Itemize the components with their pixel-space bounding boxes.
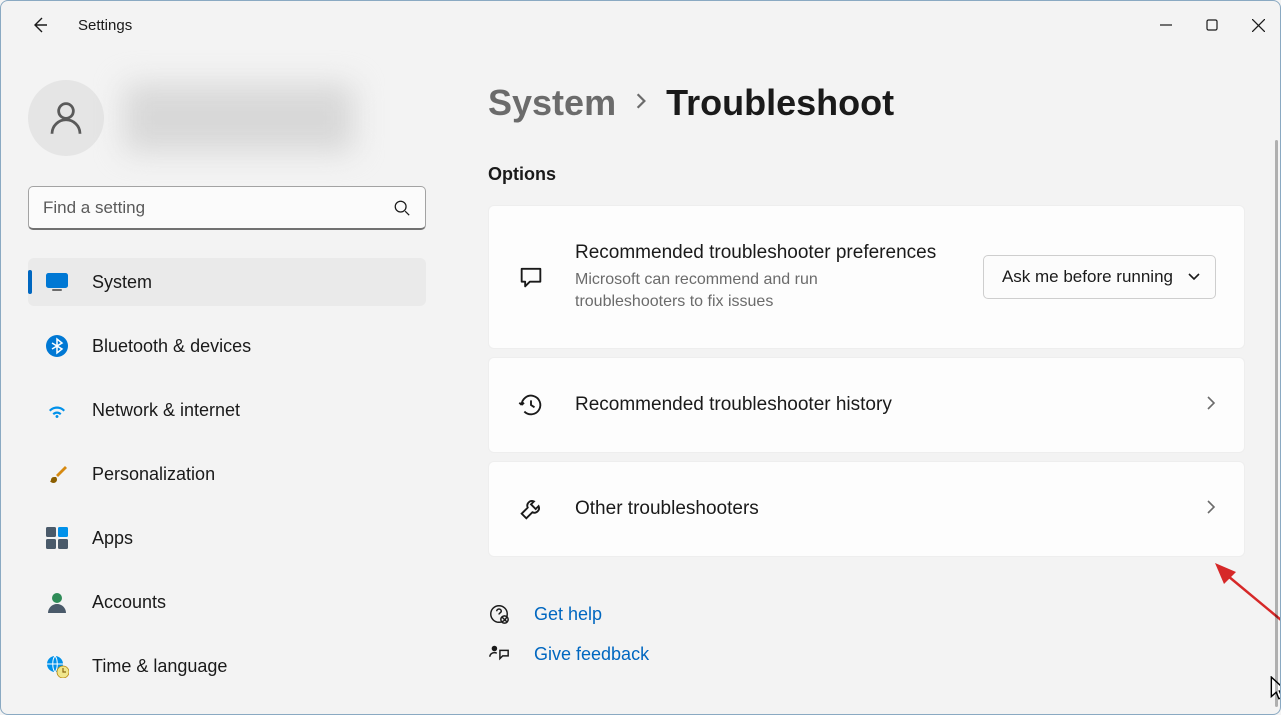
- troubleshooter-preferences-card: Recommended troubleshooter preferences M…: [488, 205, 1245, 349]
- nav-label: Bluetooth & devices: [92, 336, 251, 357]
- nav-item-system[interactable]: System: [28, 258, 426, 306]
- sidebar: System Bluetooth & devices Network & int…: [0, 50, 440, 715]
- nav-item-accounts[interactable]: Accounts: [28, 578, 426, 626]
- search-input[interactable]: [43, 198, 393, 218]
- nav-item-personalization[interactable]: Personalization: [28, 450, 426, 498]
- window-controls: [1143, 7, 1281, 43]
- chevron-down-icon: [1187, 272, 1201, 282]
- nav-label: Accounts: [92, 592, 166, 613]
- nav-label: Time & language: [92, 656, 227, 677]
- system-icon: [44, 269, 70, 295]
- section-title: Options: [488, 164, 1245, 185]
- help-links: Get help Give feedback: [488, 603, 1245, 665]
- maximize-button[interactable]: [1189, 7, 1235, 43]
- back-arrow-icon: [30, 15, 50, 35]
- chevron-right-icon: [1206, 395, 1216, 416]
- user-profile[interactable]: [28, 80, 424, 156]
- apps-icon: [44, 525, 70, 551]
- card-title: Other troubleshooters: [575, 496, 1206, 523]
- globe-clock-icon: [44, 653, 70, 679]
- brush-icon: [44, 461, 70, 487]
- minimize-icon: [1160, 19, 1172, 31]
- nav-item-network[interactable]: Network & internet: [28, 386, 426, 434]
- breadcrumb-parent[interactable]: System: [488, 82, 616, 124]
- chevron-right-icon: [1206, 499, 1216, 520]
- nav-item-apps[interactable]: Apps: [28, 514, 426, 562]
- nav-label: Network & internet: [92, 400, 240, 421]
- feedback-link-text: Give feedback: [534, 644, 649, 665]
- breadcrumb: System Troubleshoot: [488, 82, 1245, 124]
- scrollbar[interactable]: [1275, 140, 1278, 707]
- card-title: Recommended troubleshooter preferences: [575, 240, 983, 267]
- nav-item-bluetooth[interactable]: Bluetooth & devices: [28, 322, 426, 370]
- help-link-text: Get help: [534, 604, 602, 625]
- maximize-icon: [1206, 19, 1218, 31]
- user-name-blurred: [124, 84, 354, 152]
- search-icon: [393, 199, 411, 217]
- titlebar: Settings: [0, 0, 1281, 50]
- chat-icon: [517, 263, 545, 291]
- close-icon: [1252, 19, 1265, 32]
- feedback-icon: [488, 643, 510, 665]
- other-troubleshooters-card[interactable]: Other troubleshooters: [488, 461, 1245, 557]
- dropdown-value: Ask me before running: [1002, 267, 1173, 287]
- nav-list: System Bluetooth & devices Network & int…: [28, 258, 424, 690]
- close-button[interactable]: [1235, 7, 1281, 43]
- help-icon: [488, 603, 510, 625]
- chevron-right-icon: [634, 89, 648, 117]
- card-title: Recommended troubleshooter history: [575, 392, 1206, 419]
- app-title: Settings: [78, 17, 132, 34]
- bluetooth-icon: [44, 333, 70, 359]
- nav-label: System: [92, 272, 152, 293]
- preferences-dropdown[interactable]: Ask me before running: [983, 255, 1216, 299]
- avatar: [28, 80, 104, 156]
- history-icon: [517, 391, 545, 419]
- search-box[interactable]: [28, 186, 426, 230]
- card-description: Microsoft can recommend and run troubles…: [575, 269, 915, 314]
- breadcrumb-current: Troubleshoot: [666, 82, 894, 124]
- nav-label: Apps: [92, 528, 133, 549]
- nav-label: Personalization: [92, 464, 215, 485]
- get-help-link[interactable]: Get help: [488, 603, 1245, 625]
- minimize-button[interactable]: [1143, 7, 1189, 43]
- give-feedback-link[interactable]: Give feedback: [488, 643, 1245, 665]
- wifi-icon: [44, 397, 70, 423]
- back-button[interactable]: [20, 5, 60, 45]
- wrench-icon: [517, 495, 545, 523]
- nav-item-time-language[interactable]: Time & language: [28, 642, 426, 690]
- troubleshooter-history-card[interactable]: Recommended troubleshooter history: [488, 357, 1245, 453]
- accounts-icon: [44, 589, 70, 615]
- person-icon: [45, 97, 87, 139]
- main-content: System Troubleshoot Options Recommended …: [440, 50, 1281, 715]
